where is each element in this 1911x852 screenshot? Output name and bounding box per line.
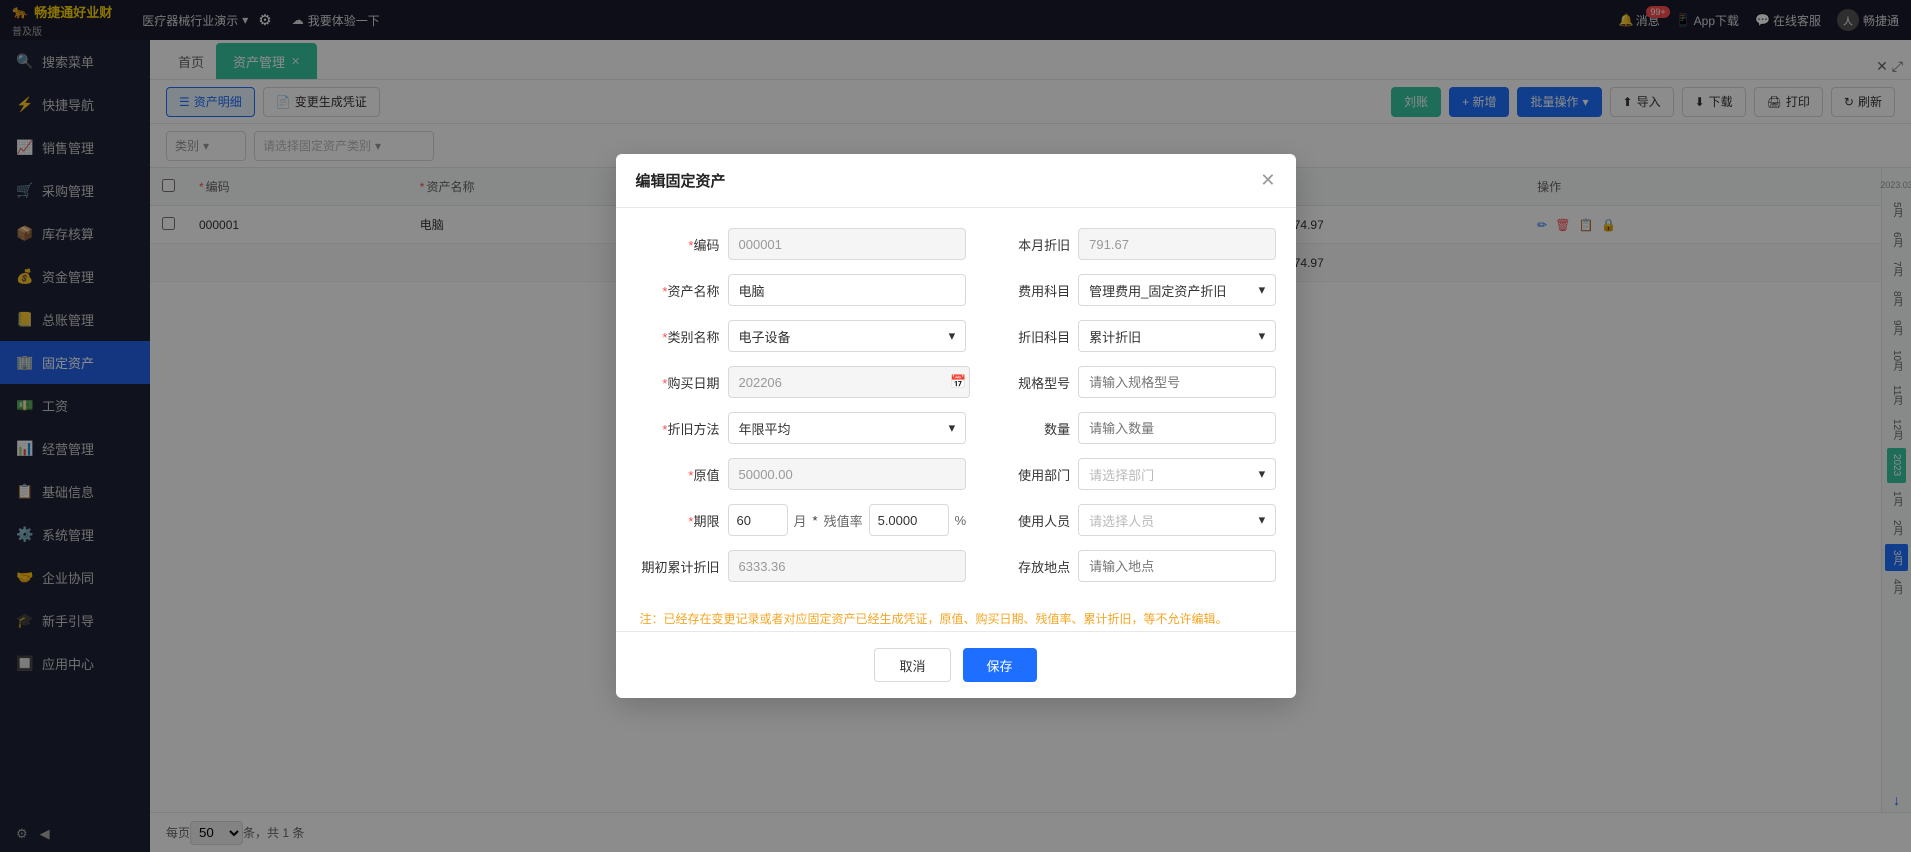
spec-label: 规格型号: [990, 373, 1070, 392]
dialog-close-btn[interactable]: ✕: [1260, 170, 1275, 191]
spec-input[interactable]: [1078, 366, 1276, 398]
department-label: 使用部门: [990, 465, 1070, 484]
field-spec: 规格型号: [990, 366, 1276, 398]
monthly-dep-input: [1078, 228, 1276, 260]
dialog-footer: 取消 保存: [616, 631, 1296, 698]
note-text: 注：已经存在变更记录或者对应固定资产已经生成凭证，原值、购买日期、残值率、累计折…: [640, 612, 1228, 626]
field-asset-name: *资产名称: [640, 274, 967, 306]
original-value-input[interactable]: [728, 458, 967, 490]
expense-subject-value: 管理费用_固定资产折旧: [1089, 281, 1226, 300]
category-value: 电子设备: [739, 327, 791, 346]
category-label: *类别名称: [640, 327, 720, 346]
dep-method-select[interactable]: 年限平均 ▾: [728, 412, 967, 444]
user-label: 使用人员: [990, 511, 1070, 530]
period-group: 月 * 残值率 %: [728, 504, 967, 536]
field-department: 使用部门 请选择部门 ▾: [990, 458, 1276, 490]
cancel-button[interactable]: 取消: [874, 648, 950, 682]
storage-input[interactable]: [1078, 550, 1276, 582]
chevron-down-icon3: ▾: [949, 420, 956, 436]
chevron-down-icon6: ▾: [1259, 466, 1266, 482]
dep-subject-value: 累计折旧: [1089, 327, 1141, 346]
field-monthly-dep: 本月折旧: [990, 228, 1276, 260]
field-purchase-date: *购买日期 📅: [640, 366, 967, 398]
dialog-note: 注：已经存在变更记录或者对应固定资产已经生成凭证，原值、购买日期、残值率、累计折…: [616, 602, 1296, 631]
period-label: *期限: [640, 511, 720, 530]
field-period: *期限 月 * 残值率 %: [640, 504, 967, 536]
storage-label: 存放地点: [990, 557, 1070, 576]
field-initial-dep: 期初累计折旧: [640, 550, 967, 582]
form-col-right: 本月折旧 费用科目 管理费用_固定资产折旧 ▾ 折旧科目 累计折旧: [990, 228, 1276, 582]
user-select[interactable]: 请选择人员 ▾: [1078, 504, 1276, 536]
department-select[interactable]: 请选择部门 ▾: [1078, 458, 1276, 490]
category-select[interactable]: 电子设备 ▾: [728, 320, 967, 352]
purchase-date-input[interactable]: [728, 366, 970, 398]
form-col-left: *编码 *资产名称 *类别名称: [640, 228, 967, 582]
save-button[interactable]: 保存: [963, 648, 1037, 682]
field-dep-subject: 折旧科目 累计折旧 ▾: [990, 320, 1276, 352]
residual-rate-label: 残值率: [824, 511, 863, 530]
residual-rate-input[interactable]: [869, 504, 949, 536]
quantity-input[interactable]: [1078, 412, 1276, 444]
asset-name-label: *资产名称: [640, 281, 720, 300]
field-user: 使用人员 请选择人员 ▾: [990, 504, 1276, 536]
initial-dep-input[interactable]: [728, 550, 967, 582]
code-input[interactable]: [728, 228, 967, 260]
dialog-header: 编辑固定资产 ✕: [616, 154, 1296, 208]
dep-method-label: *折旧方法: [640, 419, 720, 438]
field-dep-method: *折旧方法 年限平均 ▾: [640, 412, 967, 444]
residual-rate-unit: %: [955, 513, 967, 528]
department-placeholder: 请选择部门: [1089, 465, 1154, 484]
user-placeholder: 请选择人员: [1089, 511, 1154, 530]
asset-name-input[interactable]: [728, 274, 967, 306]
dep-subject-label: 折旧科目: [990, 327, 1070, 346]
chevron-down-icon5: ▾: [1259, 328, 1266, 344]
modal-overlay: 编辑固定资产 ✕ *编码 *资产名称: [0, 0, 1911, 852]
field-expense-subject: 费用科目 管理费用_固定资产折旧 ▾: [990, 274, 1276, 306]
original-value-label: *原值: [640, 465, 720, 484]
form-grid: *编码 *资产名称 *类别名称: [640, 228, 1272, 582]
field-code: *编码: [640, 228, 967, 260]
field-storage: 存放地点: [990, 550, 1276, 582]
chevron-down-icon7: ▾: [1259, 512, 1266, 528]
dep-method-value: 年限平均: [739, 419, 791, 438]
expense-subject-label: 费用科目: [990, 281, 1070, 300]
field-quantity: 数量: [990, 412, 1276, 444]
field-category: *类别名称 电子设备 ▾: [640, 320, 967, 352]
code-label: *编码: [640, 235, 720, 254]
calendar-icon[interactable]: 📅: [950, 374, 966, 390]
chevron-down-icon2: ▾: [949, 328, 956, 344]
dialog-title: 编辑固定资产: [636, 170, 726, 191]
dep-subject-select[interactable]: 累计折旧 ▾: [1078, 320, 1276, 352]
field-original-value: *原值: [640, 458, 967, 490]
dialog-body: *编码 *资产名称 *类别名称: [616, 208, 1296, 602]
period-input[interactable]: [728, 504, 788, 536]
edit-asset-dialog: 编辑固定资产 ✕ *编码 *资产名称: [616, 154, 1296, 698]
monthly-dep-label: 本月折旧: [990, 235, 1070, 254]
quantity-label: 数量: [990, 419, 1070, 438]
purchase-date-label: *购买日期: [640, 373, 720, 392]
initial-dep-label: 期初累计折旧: [640, 557, 720, 576]
chevron-down-icon4: ▾: [1259, 282, 1266, 298]
period-unit: 月: [794, 511, 807, 530]
expense-subject-select[interactable]: 管理费用_固定资产折旧 ▾: [1078, 274, 1276, 306]
